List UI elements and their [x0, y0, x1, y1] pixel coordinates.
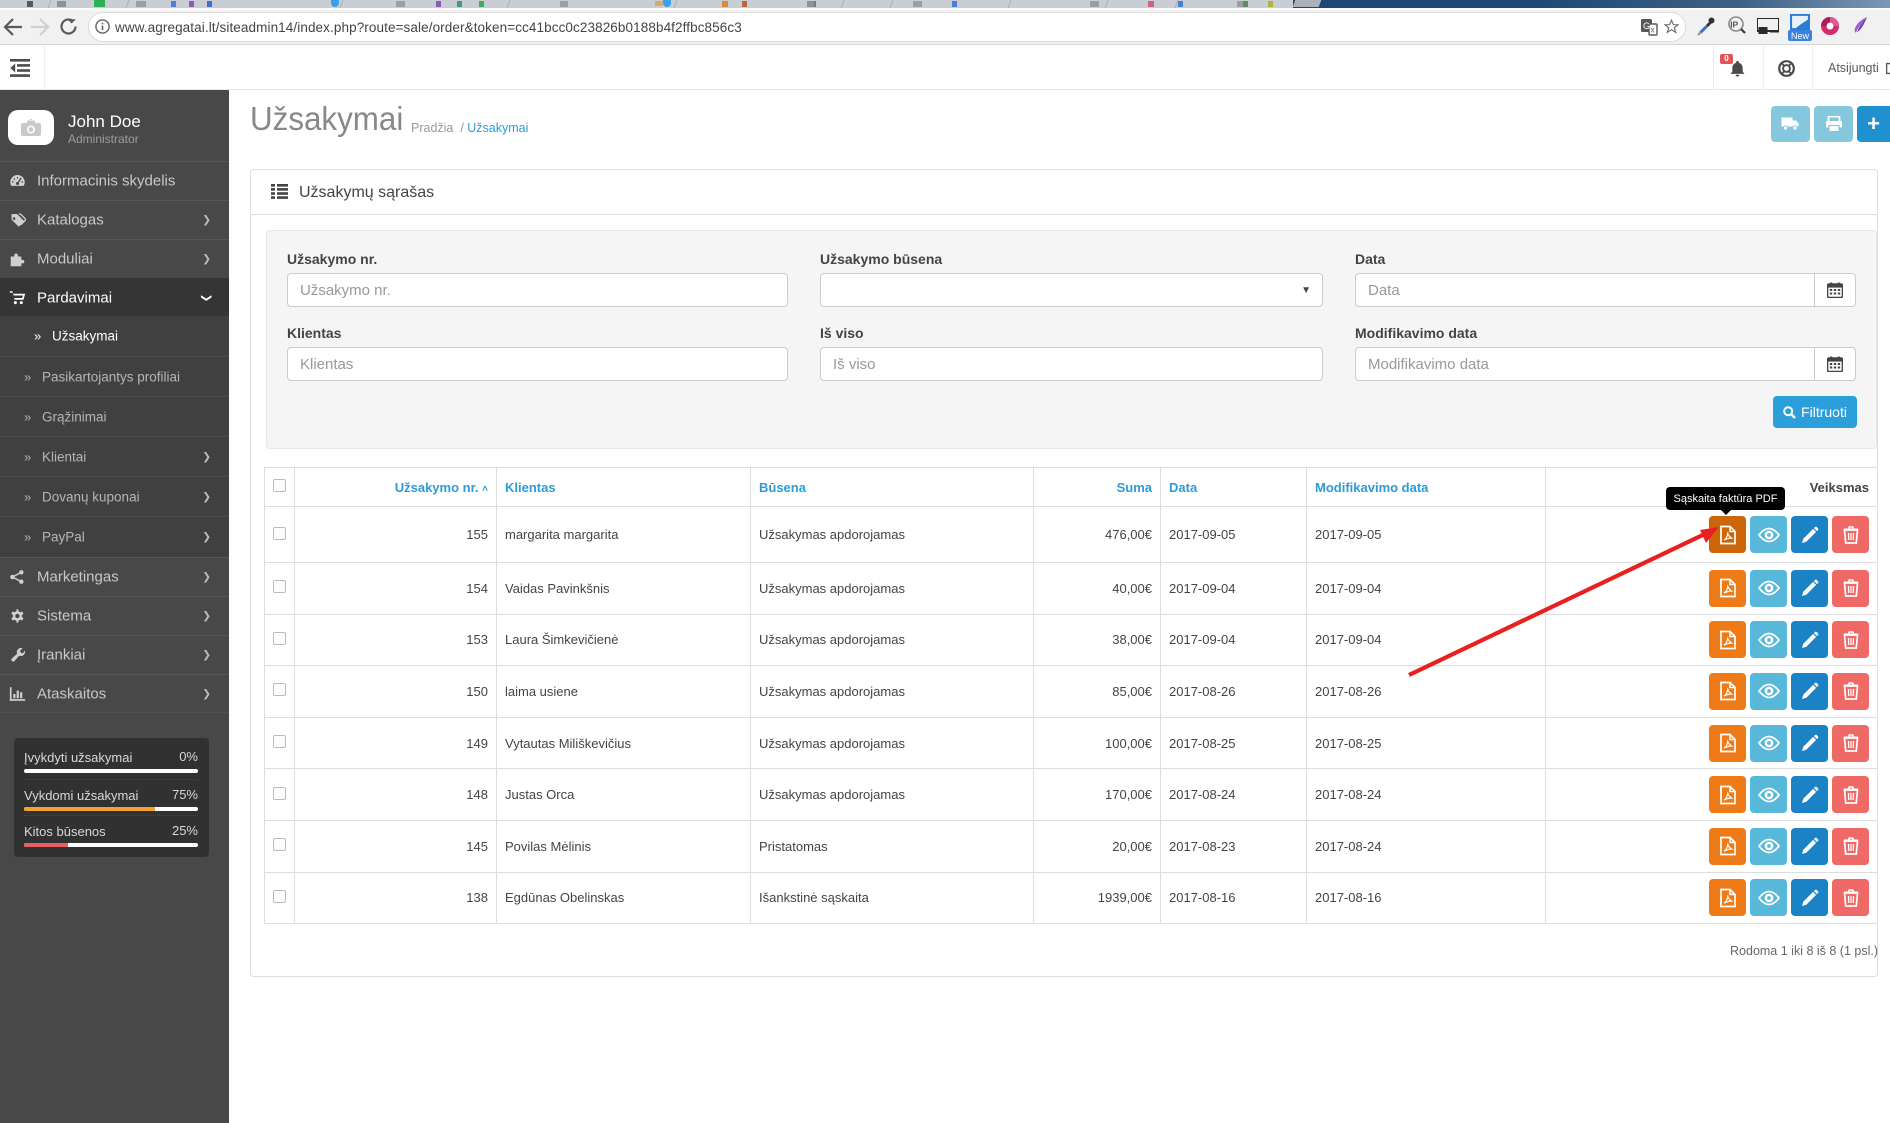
- svg-text:IP: IP: [1730, 20, 1738, 30]
- svg-text:G: G: [1643, 21, 1650, 31]
- svg-text:x: x: [1651, 26, 1655, 35]
